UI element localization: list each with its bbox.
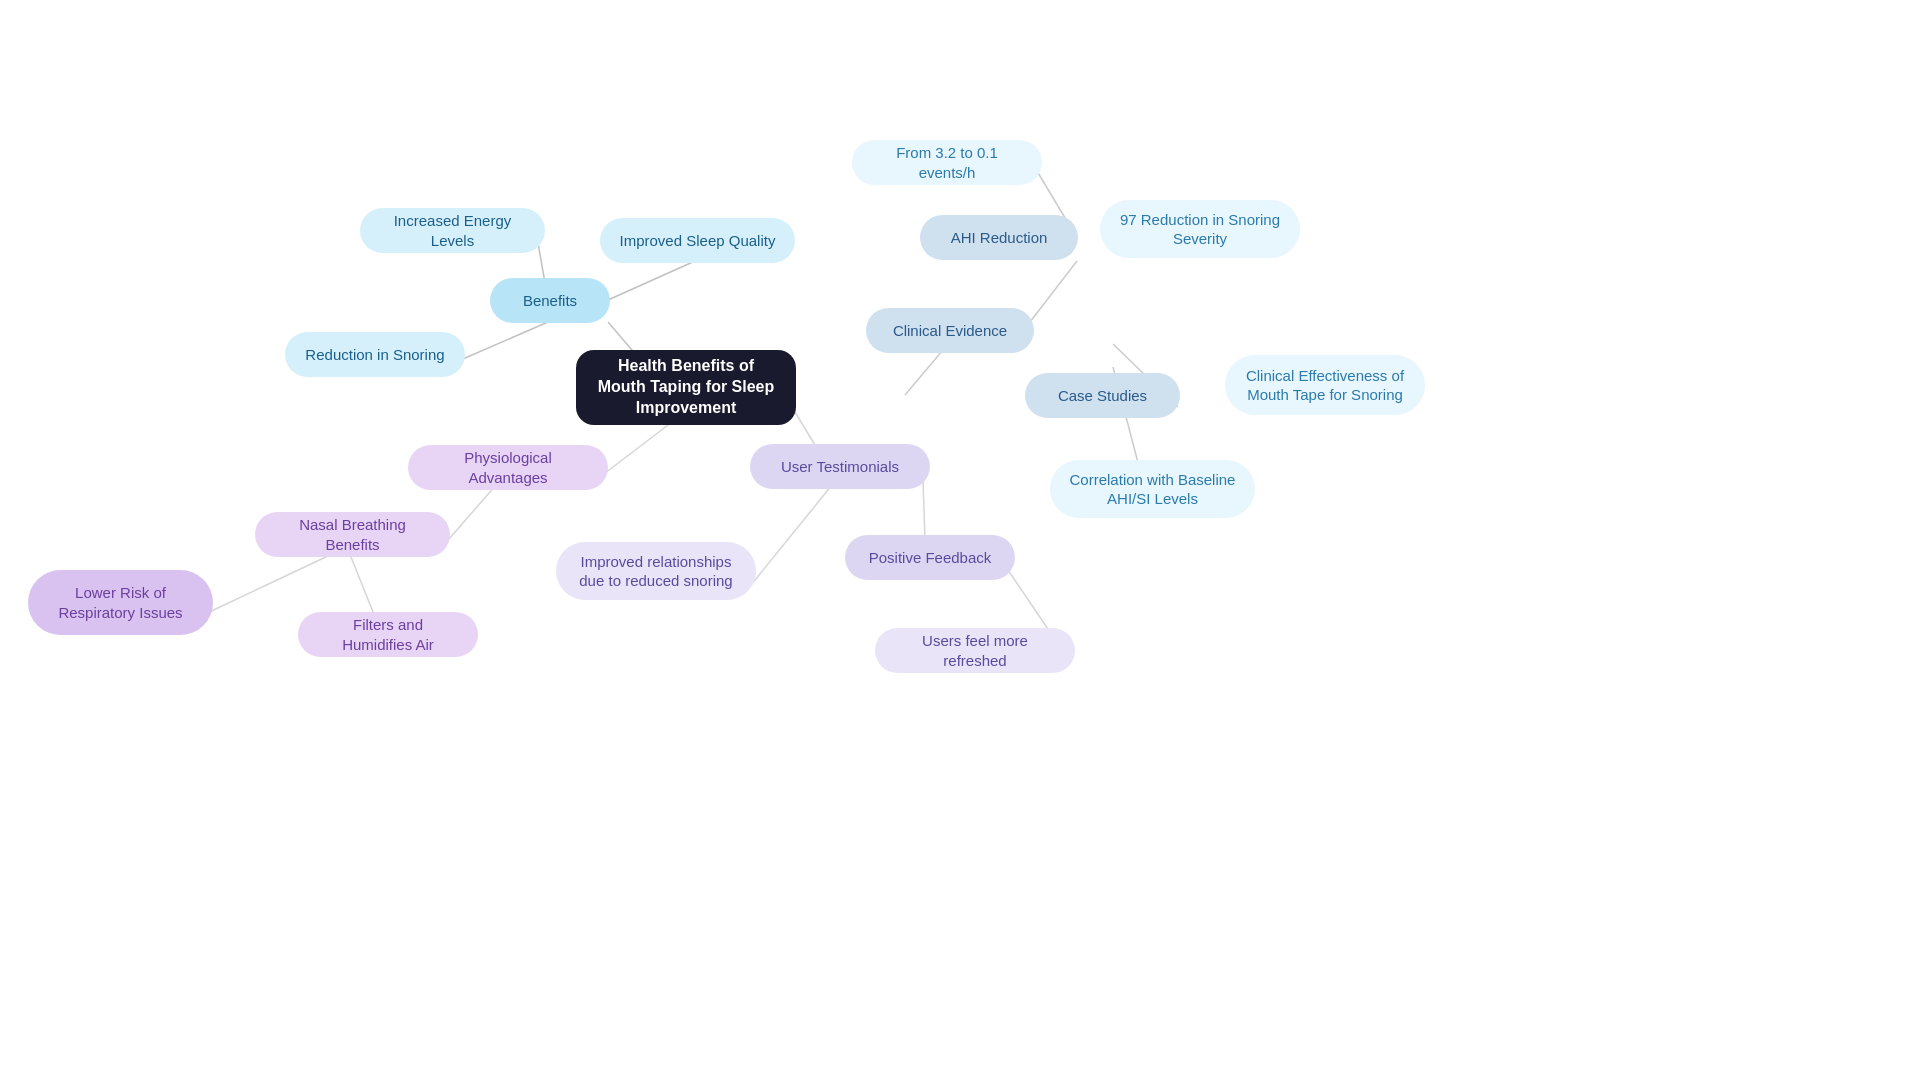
users-refreshed-node[interactable]: Users feel more refreshed <box>875 628 1075 673</box>
user-testimonials-node[interactable]: User Testimonials <box>750 444 930 489</box>
filters-node[interactable]: Filters and Humidifies Air <box>298 612 478 657</box>
svg-line-3 <box>456 322 548 362</box>
case-studies-node[interactable]: Case Studies <box>1025 373 1180 418</box>
benefits-node[interactable]: Benefits <box>490 278 610 323</box>
center-node[interactable]: Health Benefits of Mouth Taping for Slee… <box>576 350 796 425</box>
reduction-severity-node[interactable]: 97 Reduction in Snoring Severity <box>1100 200 1300 258</box>
svg-line-10 <box>751 480 836 585</box>
improved-sleep-node[interactable]: Improved Sleep Quality <box>600 218 795 263</box>
nasal-breathing-node[interactable]: Nasal Breathing Benefits <box>255 512 450 557</box>
from-3-2-node[interactable]: From 3.2 to 0.1 events/h <box>852 140 1042 185</box>
clinical-evidence-node[interactable]: Clinical Evidence <box>866 308 1034 353</box>
svg-line-13 <box>1030 261 1077 322</box>
reduction-snoring-node[interactable]: Reduction in Snoring <box>285 332 465 377</box>
increased-energy-node[interactable]: Increased Energy Levels <box>360 208 545 253</box>
lower-risk-node[interactable]: Lower Risk of Respiratory Issues <box>28 570 213 635</box>
improved-relationships-node[interactable]: Improved relationships due to reduced sn… <box>556 542 756 600</box>
svg-line-6 <box>203 547 347 615</box>
ahi-reduction-node[interactable]: AHI Reduction <box>920 215 1078 260</box>
correlation-node[interactable]: Correlation with Baseline AHI/SI Levels <box>1050 460 1255 518</box>
physiological-node[interactable]: Physiological Advantages <box>408 445 608 490</box>
svg-line-2 <box>608 261 695 300</box>
positive-feedback-node[interactable]: Positive Feedback <box>845 535 1015 580</box>
clinical-effectiveness-node[interactable]: Clinical Effectiveness of Mouth Tape for… <box>1225 355 1425 415</box>
